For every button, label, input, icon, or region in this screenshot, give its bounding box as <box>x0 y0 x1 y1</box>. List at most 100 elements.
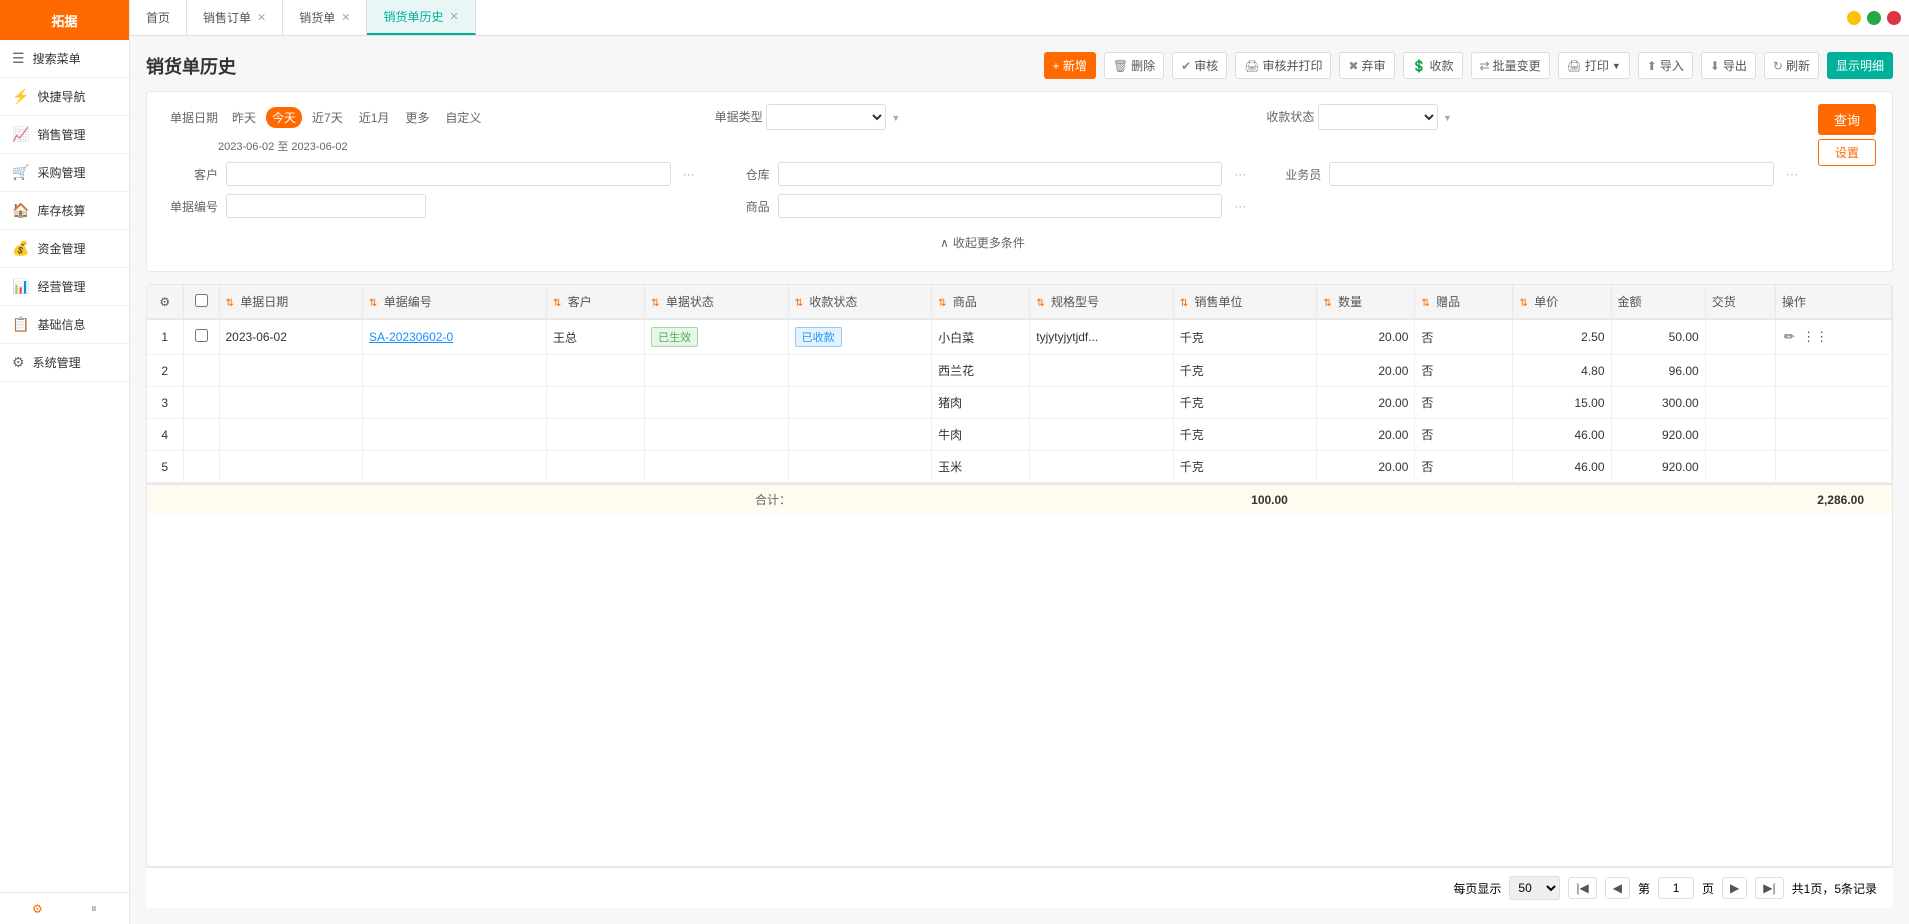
filter-warehouse-dots[interactable]: ··· <box>1230 167 1250 181</box>
tab-sales-goods[interactable]: 销货单 ✕ <box>283 0 367 35</box>
sidebar-item-sales-mgmt[interactable]: 📈 销售管理 <box>0 116 129 154</box>
filter-warehouse-input[interactable] <box>778 162 1223 186</box>
th-price[interactable]: ⇅ 单价 <box>1513 285 1611 319</box>
current-page-input[interactable] <box>1658 877 1694 899</box>
tab-sales-history[interactable]: 销货单历史 ✕ <box>367 0 475 35</box>
show-detail-label: 显示明细 <box>1836 57 1884 74</box>
sort-icon-unit: ⇅ <box>1180 298 1188 309</box>
th-doc-status[interactable]: ⇅ 单据状态 <box>645 285 789 319</box>
cell-customer: 王总 <box>547 319 645 355</box>
batch-change-button[interactable]: ⇄ 批量变更 <box>1471 52 1550 79</box>
collect-button[interactable]: 💲 收款 <box>1403 52 1463 79</box>
th-gift[interactable]: ⇅ 赠品 <box>1415 285 1513 319</box>
cell-checkbox <box>183 419 219 451</box>
date-tab-more[interactable]: 更多 <box>399 107 435 128</box>
audit-button[interactable]: ✔ 审核 <box>1172 52 1227 79</box>
th-qty[interactable]: ⇅ 数量 <box>1317 285 1415 319</box>
tab-sales-order[interactable]: 销售订单 ✕ <box>187 0 283 35</box>
sort-icon-docno: ⇅ <box>369 298 377 309</box>
cell-doc-date: 2023-06-02 <box>219 319 363 355</box>
th-customer[interactable]: ⇅ 客户 <box>547 285 645 319</box>
export-button[interactable]: ⬇ 导出 <box>1701 52 1756 79</box>
window-close-btn[interactable] <box>1887 11 1901 25</box>
sidebar-item-quick-nav[interactable]: ⚡ 快捷导航 <box>0 78 129 116</box>
filter-salesperson-input[interactable] <box>1329 162 1774 186</box>
filter-doctype-field: 单据类型 ▼ <box>715 104 1251 130</box>
date-tab-custom[interactable]: 自定义 <box>439 107 487 128</box>
sort-icon-collect: ⇅ <box>795 298 803 309</box>
sidebar-item-inventory[interactable]: 🏠 库存核算 <box>0 192 129 230</box>
window-minimize-btn[interactable] <box>1847 11 1861 25</box>
filter-docno-input[interactable] <box>226 194 426 218</box>
th-doc-no-label: 单据编号 <box>384 295 432 309</box>
tab-sales-goods-close[interactable]: ✕ <box>341 11 350 24</box>
finance-icon: 💰 <box>12 240 29 257</box>
select-all-checkbox[interactable] <box>195 294 208 307</box>
th-doc-no[interactable]: ⇅ 单据编号 <box>363 285 547 319</box>
sidebar-item-sys-mgmt[interactable]: ⚙ 系统管理 <box>0 344 129 382</box>
first-page-btn[interactable]: |◀ <box>1568 877 1596 899</box>
cell-gift: 否 <box>1415 451 1513 483</box>
sidebar-item-finance[interactable]: 💰 资金管理 <box>0 230 129 268</box>
collapse-button[interactable]: ∧ 收起更多条件 <box>936 230 1029 255</box>
th-goods[interactable]: ⇅ 商品 <box>932 285 1030 319</box>
date-tab-1month[interactable]: 近1月 <box>353 107 396 128</box>
gear-col-icon[interactable]: ⚙ <box>159 295 170 309</box>
purchase-icon: 🛒 <box>12 164 29 181</box>
th-op-label: 操作 <box>1782 295 1806 309</box>
refresh-button[interactable]: ↻ 刷新 <box>1764 52 1819 79</box>
filter-goods-input[interactable] <box>778 194 1223 218</box>
cell-customer <box>547 451 645 483</box>
filter-salesperson-dots[interactable]: ··· <box>1782 167 1802 181</box>
sidebar-item-purchase-mgmt[interactable]: 🛒 采购管理 <box>0 154 129 192</box>
row-checkbox[interactable] <box>195 329 208 342</box>
op-more-btn[interactable]: ⋮⋮ <box>1800 327 1830 346</box>
sidebar-bottom-icon1[interactable]: ⚙ <box>32 902 43 916</box>
next-page-btn[interactable]: ▶ <box>1722 877 1747 899</box>
tab-home[interactable]: 首页 <box>130 0 187 35</box>
cell-customer <box>547 387 645 419</box>
date-tab-yesterday[interactable]: 昨天 <box>226 107 262 128</box>
abandon-button[interactable]: ✖ 弃审 <box>1339 52 1394 79</box>
filter-customer-input[interactable] <box>226 162 671 186</box>
cell-doc-status <box>645 387 789 419</box>
import-button[interactable]: ⬆ 导入 <box>1638 52 1693 79</box>
th-doc-date[interactable]: ⇅ 单据日期 <box>219 285 363 319</box>
filter-collect-field: 收款状态 ▼ <box>1266 104 1802 130</box>
page-size-select[interactable]: 50 100 200 <box>1509 876 1560 900</box>
date-tab-7days[interactable]: 近7天 <box>306 107 349 128</box>
filter-doctype-select[interactable] <box>766 104 886 130</box>
filter-goods-dots[interactable]: ··· <box>1230 199 1250 213</box>
sidebar-item-basic-info[interactable]: 📋 基础信息 <box>0 306 129 344</box>
th-gear[interactable]: ⚙ <box>147 285 183 319</box>
prev-page-btn[interactable]: ◀ <box>1605 877 1630 899</box>
query-button[interactable]: 查询 <box>1818 104 1876 135</box>
filter-collect-select[interactable] <box>1318 104 1438 130</box>
cell-price: 46.00 <box>1513 419 1611 451</box>
show-detail-button[interactable]: 显示明细 <box>1827 52 1893 79</box>
footer-total-amount: 2,286.00 <box>1804 493 1884 507</box>
filter-customer-dots[interactable]: ··· <box>679 167 699 181</box>
window-maximize-btn[interactable] <box>1867 11 1881 25</box>
sidebar-item-ops-mgmt[interactable]: 📊 经营管理 <box>0 268 129 306</box>
last-page-btn[interactable]: ▶| <box>1755 877 1783 899</box>
cell-gift: 否 <box>1415 319 1513 355</box>
new-button[interactable]: + 新增 <box>1044 52 1096 79</box>
date-tab-today[interactable]: 今天 <box>266 107 302 128</box>
th-unit[interactable]: ⇅ 销售单位 <box>1173 285 1317 319</box>
cell-doc-no: SA-20230602-0 <box>363 319 547 355</box>
set-button[interactable]: 设置 <box>1818 139 1876 166</box>
sidebar-item-search-menu[interactable]: ☰ 搜索菜单 <box>0 40 129 78</box>
doc-no-link[interactable]: SA-20230602-0 <box>369 330 453 344</box>
th-spec[interactable]: ⇅ 规格型号 <box>1030 285 1174 319</box>
op-edit-btn[interactable]: ✏ <box>1782 327 1797 346</box>
filter-doctype-label: 单据类型 <box>715 110 763 124</box>
print-button[interactable]: 🖨 打印 ▼ <box>1558 52 1630 79</box>
tab-sales-history-close[interactable]: ✕ <box>450 10 459 23</box>
sidebar-bottom-icon2[interactable]: ⏸ <box>91 901 97 916</box>
tab-sales-order-close[interactable]: ✕ <box>257 11 266 24</box>
print-audit-button[interactable]: 🖨 审核并打印 <box>1235 52 1331 79</box>
th-collect-status[interactable]: ⇅ 收款状态 <box>788 285 932 319</box>
delete-button[interactable]: 🗑 删除 <box>1104 52 1164 79</box>
cell-op <box>1775 451 1891 483</box>
